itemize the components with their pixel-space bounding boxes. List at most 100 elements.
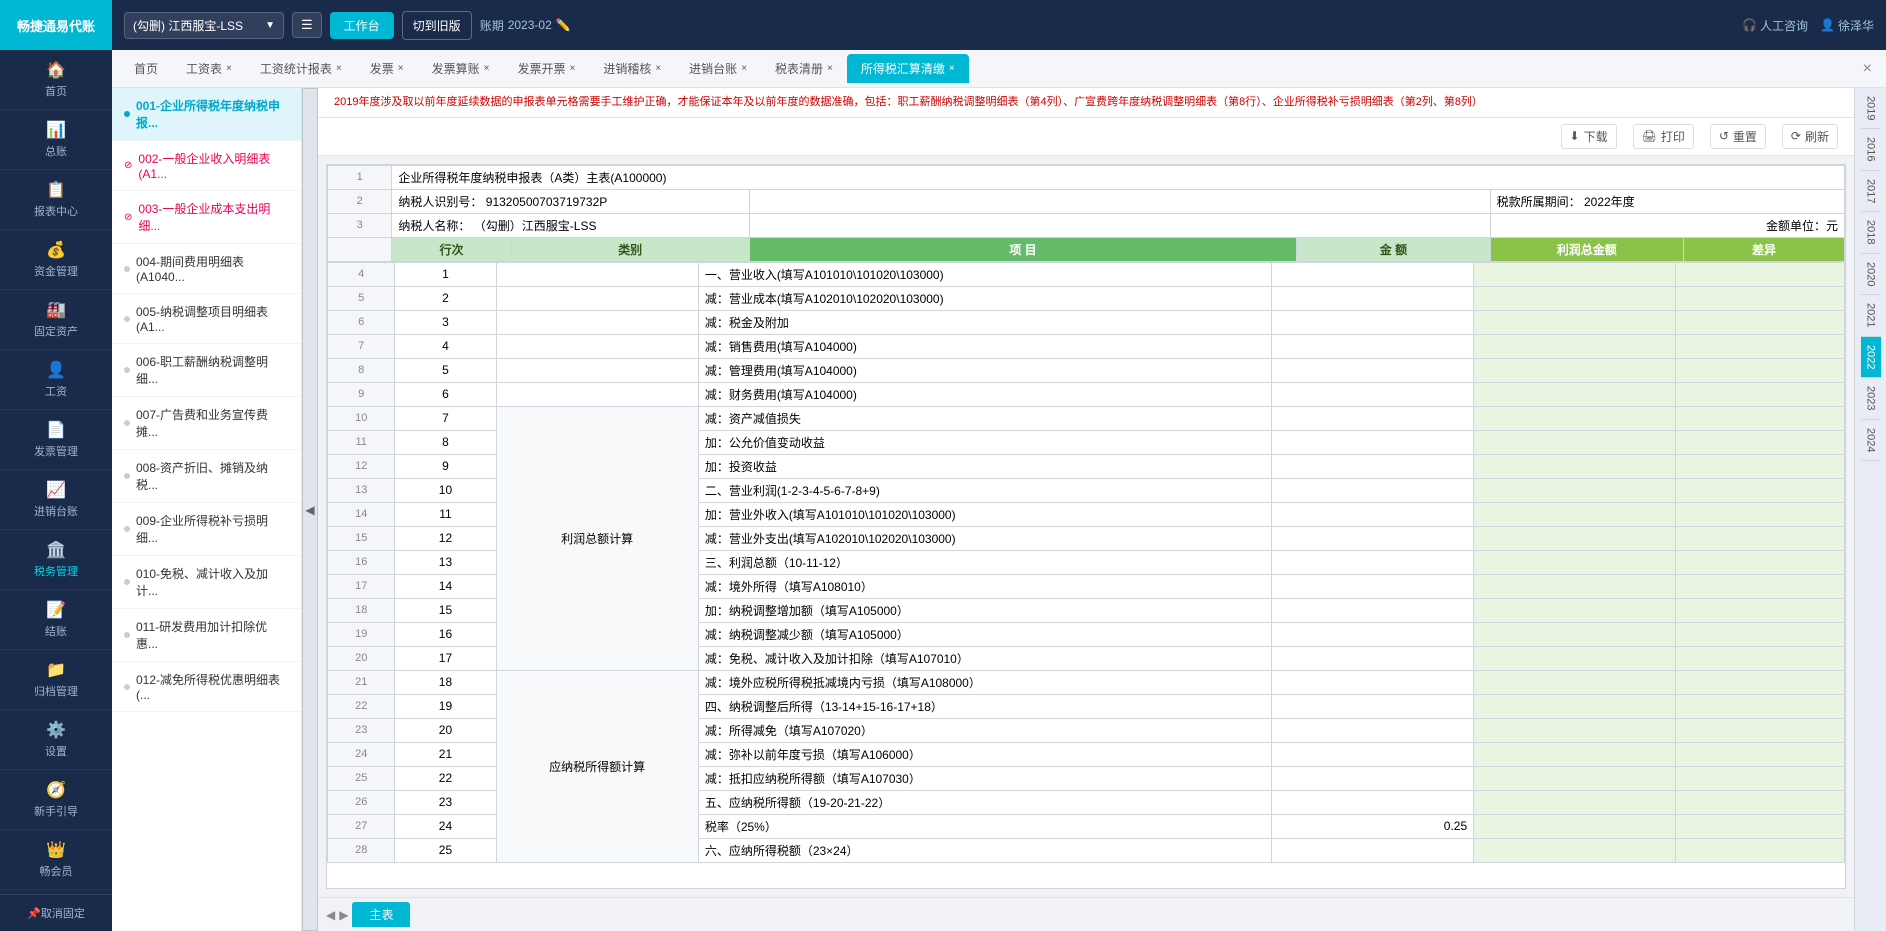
cell-profit-10[interactable] — [1474, 502, 1676, 526]
year-item-2024[interactable]: 2024 — [1861, 420, 1881, 461]
cell-profit-5[interactable] — [1474, 382, 1676, 406]
cell-diff-0[interactable] — [1676, 262, 1845, 286]
cell-seq-18[interactable]: 19 — [395, 694, 496, 718]
cell-item-10[interactable]: 加：营业外收入(填写A101010\101020\103000) — [698, 502, 1271, 526]
cell-item-6[interactable]: 减：资产减值损失 — [698, 406, 1271, 430]
cell-item-7[interactable]: 加：公允价值变动收益 — [698, 430, 1271, 454]
cell-profit-4[interactable] — [1474, 358, 1676, 382]
cell-item-15[interactable]: 减：纳税调整减少额（填写A105000） — [698, 622, 1271, 646]
cell-diff-24[interactable] — [1676, 838, 1845, 862]
cell-amount-7[interactable] — [1271, 430, 1473, 454]
tab-home[interactable]: 首页 — [120, 54, 172, 83]
cell-profit-1[interactable] — [1474, 286, 1676, 310]
year-item-2023[interactable]: 2023 — [1861, 378, 1881, 419]
tab-audit[interactable]: 进销稽核 × — [589, 54, 675, 83]
cell-seq-14[interactable]: 15 — [395, 598, 496, 622]
tab-payroll-close[interactable]: × — [226, 63, 232, 74]
year-item-2016[interactable]: 2016 — [1861, 129, 1881, 170]
cell-item-12[interactable]: 三、利润总额（10-11-12） — [698, 550, 1271, 574]
cell-diff-3[interactable] — [1676, 334, 1845, 358]
cell-seq-16[interactable]: 17 — [395, 646, 496, 670]
sidebar-item-funds[interactable]: 💰 资金管理 — [0, 230, 112, 290]
tab-sales-ledger-close[interactable]: × — [741, 63, 747, 74]
sidebar-item-reports[interactable]: 📋 报表中心 — [0, 170, 112, 230]
cell-item-19[interactable]: 减：所得减免（填写A107020） — [698, 718, 1271, 742]
cell-amount-22[interactable] — [1271, 790, 1473, 814]
tab-income-tax[interactable]: 所得税汇算清缴 × — [847, 54, 969, 83]
cell-diff-13[interactable] — [1676, 574, 1845, 598]
cell-amount-11[interactable] — [1271, 526, 1473, 550]
cell-seq-1[interactable]: 2 — [395, 286, 496, 310]
tab-payroll-stats-close[interactable]: × — [336, 63, 342, 74]
cell-diff-5[interactable] — [1676, 382, 1845, 406]
sidebar-item-archive[interactable]: 📁 归档管理 — [0, 650, 112, 710]
cell-seq-7[interactable]: 8 — [395, 430, 496, 454]
sidebar-item-member[interactable]: 👑 畅会员 — [0, 830, 112, 890]
cell-diff-1[interactable] — [1676, 286, 1845, 310]
cell-profit-24[interactable] — [1474, 838, 1676, 862]
cell-amount-5[interactable] — [1271, 382, 1473, 406]
tab-tax-list-close[interactable]: × — [827, 63, 833, 74]
switch-old-version-button[interactable]: 切到旧版 — [402, 11, 472, 40]
cell-amount-6[interactable] — [1271, 406, 1473, 430]
cell-profit-18[interactable] — [1474, 694, 1676, 718]
cell-diff-11[interactable] — [1676, 526, 1845, 550]
cell-seq-19[interactable]: 20 — [395, 718, 496, 742]
cell-diff-14[interactable] — [1676, 598, 1845, 622]
cell-profit-21[interactable] — [1474, 766, 1676, 790]
cell-amount-15[interactable] — [1271, 622, 1473, 646]
cell-item-20[interactable]: 减：弥补以前年度亏损（填写A106000） — [698, 742, 1271, 766]
cell-seq-10[interactable]: 11 — [395, 502, 496, 526]
cell-amount-19[interactable] — [1271, 718, 1473, 742]
cell-profit-6[interactable] — [1474, 406, 1676, 430]
year-item-2021[interactable]: 2021 — [1861, 295, 1881, 336]
cell-profit-3[interactable] — [1474, 334, 1676, 358]
cell-profit-23[interactable] — [1474, 814, 1676, 838]
sidebar-item-payroll[interactable]: 👤 工资 — [0, 350, 112, 410]
cell-diff-22[interactable] — [1676, 790, 1845, 814]
sidebar-item-ledger[interactable]: 📊 总账 — [0, 110, 112, 170]
prev-sheet-icon[interactable]: ◀ — [326, 908, 335, 922]
cell-seq-6[interactable]: 7 — [395, 406, 496, 430]
tab-invoice[interactable]: 发票 × — [356, 54, 418, 83]
cell-amount-13[interactable] — [1271, 574, 1473, 598]
cell-seq-23[interactable]: 24 — [395, 814, 496, 838]
cell-diff-20[interactable] — [1676, 742, 1845, 766]
cell-seq-9[interactable]: 10 — [395, 478, 496, 502]
cell-amount-1[interactable] — [1271, 286, 1473, 310]
cell-profit-15[interactable] — [1474, 622, 1676, 646]
cell-item-24[interactable]: 六、应纳所得税额（23×24） — [698, 838, 1271, 862]
sidebar-item-assets[interactable]: 🏭 固定资产 — [0, 290, 112, 350]
sidebar-item-invoice[interactable]: 📄 发票管理 — [0, 410, 112, 470]
tab-tax-list[interactable]: 税表清册 × — [761, 54, 847, 83]
cell-seq-20[interactable]: 21 — [395, 742, 496, 766]
tab-payroll-stats[interactable]: 工资统计报表 × — [246, 54, 356, 83]
reset-button[interactable]: ↺ 重置 — [1710, 124, 1766, 149]
workbench-button[interactable]: 工作台 — [330, 12, 394, 39]
cell-profit-8[interactable] — [1474, 454, 1676, 478]
cell-amount-0[interactable] — [1271, 262, 1473, 286]
cell-item-14[interactable]: 加：纳税调整增加额（填写A105000） — [698, 598, 1271, 622]
cell-profit-16[interactable] — [1474, 646, 1676, 670]
cell-diff-12[interactable] — [1676, 550, 1845, 574]
cell-diff-16[interactable] — [1676, 646, 1845, 670]
cell-amount-8[interactable] — [1271, 454, 1473, 478]
cell-item-1[interactable]: 减：营业成本(填写A102010\102020\103000) — [698, 286, 1271, 310]
cell-item-18[interactable]: 四、纳税调整后所得（13-14+15-16-17+18） — [698, 694, 1271, 718]
sidebar-item-settings[interactable]: ⚙️ 设置 — [0, 710, 112, 770]
cell-profit-0[interactable] — [1474, 262, 1676, 286]
print-button[interactable]: 🖨 打印 — [1633, 124, 1694, 149]
cell-profit-2[interactable] — [1474, 310, 1676, 334]
refresh-button[interactable]: ⟳ 刷新 — [1782, 124, 1838, 149]
tab-audit-close[interactable]: × — [655, 63, 661, 74]
cell-seq-17[interactable]: 18 — [395, 670, 496, 694]
cell-seq-13[interactable]: 14 — [395, 574, 496, 598]
cell-diff-8[interactable] — [1676, 454, 1845, 478]
cell-amount-23[interactable]: 0.25 — [1271, 814, 1473, 838]
cell-seq-21[interactable]: 22 — [395, 766, 496, 790]
company-selector[interactable]: (勾删) 江西服宝-LSS ▼ — [124, 12, 284, 39]
cell-diff-18[interactable] — [1676, 694, 1845, 718]
year-item-2020[interactable]: 2020 — [1861, 254, 1881, 295]
cell-profit-7[interactable] — [1474, 430, 1676, 454]
sidebar-unpin-button[interactable]: 📌 取消固定 — [0, 894, 112, 931]
